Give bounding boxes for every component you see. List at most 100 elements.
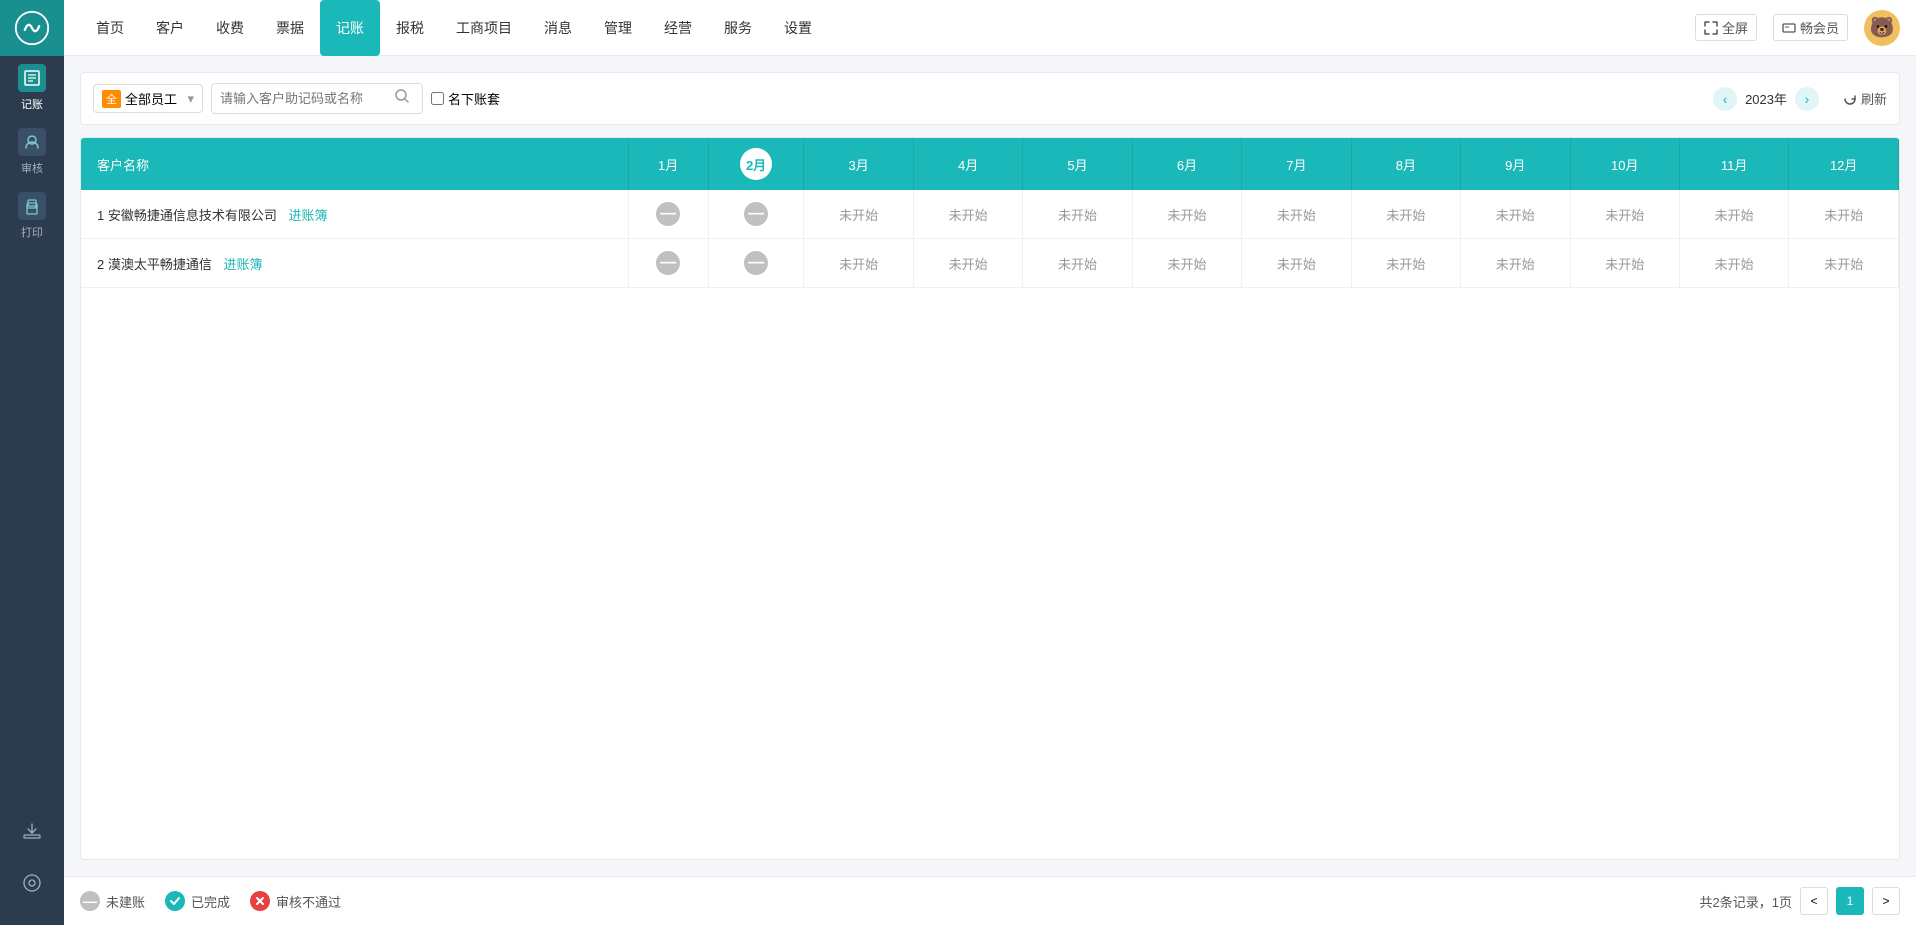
col-name: 客户名称 bbox=[81, 138, 628, 190]
col-may: 5月 bbox=[1023, 138, 1132, 190]
month-cell-3: 未开始 bbox=[804, 190, 913, 239]
nav-invoice[interactable]: 票据 bbox=[260, 0, 320, 56]
month-cell-11: 未开始 bbox=[1679, 239, 1788, 288]
enter-ledger-link[interactable]: 进账簿 bbox=[224, 257, 263, 272]
sidebar: 记账 审核 打印 bbox=[0, 0, 64, 925]
month-cell-10: 未开始 bbox=[1570, 190, 1679, 239]
not-started-status: 未开始 bbox=[1167, 257, 1206, 272]
sidebar-bottom bbox=[0, 805, 64, 925]
nav-operation[interactable]: 经营 bbox=[648, 0, 708, 56]
member-icon bbox=[1782, 21, 1796, 35]
print-icon bbox=[18, 192, 46, 220]
account-checkbox[interactable] bbox=[431, 92, 444, 105]
footer: — 未建账 已完成 审核不通过 bbox=[64, 876, 1916, 925]
table-container: 客户名称 1月 2月 3月 4月 5月 6月 7月 8月 9月 bbox=[81, 138, 1899, 843]
completed-dot bbox=[165, 891, 185, 911]
cross-icon bbox=[254, 895, 266, 907]
month-cell-4: 未开始 bbox=[913, 239, 1022, 288]
nav-billing[interactable]: 收费 bbox=[200, 0, 260, 56]
nav-biz[interactable]: 工商项目 bbox=[440, 0, 528, 56]
not-created-status: — bbox=[656, 202, 680, 226]
year-nav: ‹ 2023年 › bbox=[1713, 87, 1819, 111]
client-name-cell: 2 漠澳太平畅捷通信 进账簿 bbox=[81, 239, 628, 288]
account-checkbox-wrap[interactable]: 名下账套 bbox=[431, 89, 500, 108]
toolbar: 全 全部员工 ▾ 名下账套 ‹ 2023年 › bbox=[80, 72, 1900, 125]
legend-rejected: 审核不通过 bbox=[250, 891, 341, 911]
not-created-status: — bbox=[744, 202, 768, 226]
legend-not-created: — 未建账 bbox=[80, 891, 145, 911]
nav-settings[interactable]: 设置 bbox=[768, 0, 828, 56]
completed-label: 已完成 bbox=[191, 892, 230, 911]
month-cell-5: 未开始 bbox=[1023, 190, 1132, 239]
month-cell-10: 未开始 bbox=[1570, 239, 1679, 288]
not-started-status: 未开始 bbox=[1058, 257, 1097, 272]
refresh-icon bbox=[1843, 92, 1857, 106]
not-started-status: 未开始 bbox=[839, 257, 878, 272]
check-icon bbox=[169, 895, 181, 907]
topnav: 首页 客户 收费 票据 记账 报税 工商项目 消息 管理 经营 服务 设置 全屏 bbox=[64, 0, 1916, 56]
member-button[interactable]: 畅会员 bbox=[1773, 14, 1848, 41]
client-name: 安徽畅捷通信息技术有限公司 bbox=[108, 208, 277, 223]
table-row: 1 安徽畅捷通信息技术有限公司 进账簿 — — 未开始 未开始 未开始 未开始 未开始 未开始 未… bbox=[81, 190, 1899, 239]
search-button[interactable] bbox=[390, 88, 414, 109]
user-avatar[interactable]: 🐻 bbox=[1864, 10, 1900, 46]
search-box bbox=[211, 83, 423, 114]
sidebar-item-download[interactable] bbox=[0, 805, 64, 857]
col-nov: 11月 bbox=[1679, 138, 1788, 190]
sidebar-item-audit[interactable]: 审核 bbox=[0, 120, 64, 184]
current-page-button[interactable]: 1 bbox=[1836, 887, 1864, 915]
table-row: 2 漠澳太平畅捷通信 进账簿——未开始未开始未开始未开始未开始未开始未开始未开始… bbox=[81, 239, 1899, 288]
month-cell-6: 未开始 bbox=[1132, 190, 1241, 239]
rejected-label: 审核不通过 bbox=[276, 892, 341, 911]
col-jan: 1月 bbox=[628, 138, 708, 190]
nav-home[interactable]: 首页 bbox=[80, 0, 140, 56]
not-started-status: 未开始 bbox=[949, 257, 988, 272]
fullscreen-button[interactable]: 全屏 bbox=[1695, 14, 1757, 41]
content-area: 全 全部员工 ▾ 名下账套 ‹ 2023年 › bbox=[64, 56, 1916, 876]
month-cell-8: 未开始 bbox=[1351, 239, 1460, 288]
row-index: 1 bbox=[97, 208, 104, 223]
next-page-button[interactable]: > bbox=[1872, 887, 1900, 915]
sidebar-logo[interactable] bbox=[0, 0, 64, 56]
not-started-status: 未开始 bbox=[1386, 257, 1425, 272]
prev-page-button[interactable]: < bbox=[1800, 887, 1828, 915]
sidebar-item-print[interactable]: 打印 bbox=[0, 184, 64, 248]
not-started-status: 未开始 bbox=[1167, 208, 1206, 223]
nav-client[interactable]: 客户 bbox=[140, 0, 200, 56]
not-started-status: 未开始 bbox=[1277, 257, 1316, 272]
sidebar-item-ledger[interactable]: 记账 bbox=[0, 56, 64, 120]
not-created-status: — bbox=[656, 251, 680, 275]
search-input[interactable] bbox=[220, 91, 390, 106]
ledger-table: 客户名称 1月 2月 3月 4月 5月 6月 7月 8月 9月 bbox=[80, 137, 1900, 860]
not-started-status: 未开始 bbox=[1715, 208, 1754, 223]
enter-ledger-link[interactable]: 进账簿 bbox=[289, 208, 328, 223]
nav-tax[interactable]: 报税 bbox=[380, 0, 440, 56]
not-started-status: 未开始 bbox=[1824, 257, 1863, 272]
nav-ledger[interactable]: 记账 bbox=[320, 0, 380, 56]
not-started-status: 未开始 bbox=[1058, 208, 1097, 223]
prev-year-button[interactable]: ‹ bbox=[1713, 87, 1737, 111]
month-cell-3: 未开始 bbox=[804, 239, 913, 288]
legend-completed: 已完成 bbox=[165, 891, 230, 911]
sidebar-item-support[interactable] bbox=[0, 857, 64, 909]
search-icon bbox=[394, 88, 410, 104]
chevron-down-icon: ▾ bbox=[187, 91, 194, 107]
nav-manage[interactable]: 管理 bbox=[588, 0, 648, 56]
month-cell-5: 未开始 bbox=[1023, 239, 1132, 288]
nav-service[interactable]: 服务 bbox=[708, 0, 768, 56]
table-header-row: 客户名称 1月 2月 3月 4月 5月 6月 7月 8月 9月 bbox=[81, 138, 1899, 190]
not-created-status: — bbox=[744, 251, 768, 275]
not-started-status: 未开始 bbox=[1824, 208, 1863, 223]
refresh-button[interactable]: 刷新 bbox=[1843, 89, 1887, 108]
nav-message[interactable]: 消息 bbox=[528, 0, 588, 56]
refresh-label: 刷新 bbox=[1861, 89, 1887, 108]
next-year-button[interactable]: › bbox=[1795, 87, 1819, 111]
nav-items: 首页 客户 收费 票据 记账 报税 工商项目 消息 管理 经营 服务 设置 bbox=[80, 0, 1695, 56]
data-table: 客户名称 1月 2月 3月 4月 5月 6月 7月 8月 9月 bbox=[81, 138, 1899, 288]
staff-select[interactable]: 全 全部员工 ▾ bbox=[93, 84, 203, 113]
sidebar-item-label: 审核 bbox=[21, 160, 43, 176]
not-started-status: 未开始 bbox=[949, 208, 988, 223]
not-started-status: 未开始 bbox=[1386, 208, 1425, 223]
col-jul: 7月 bbox=[1242, 138, 1351, 190]
not-started-status: 未开始 bbox=[1496, 208, 1535, 223]
